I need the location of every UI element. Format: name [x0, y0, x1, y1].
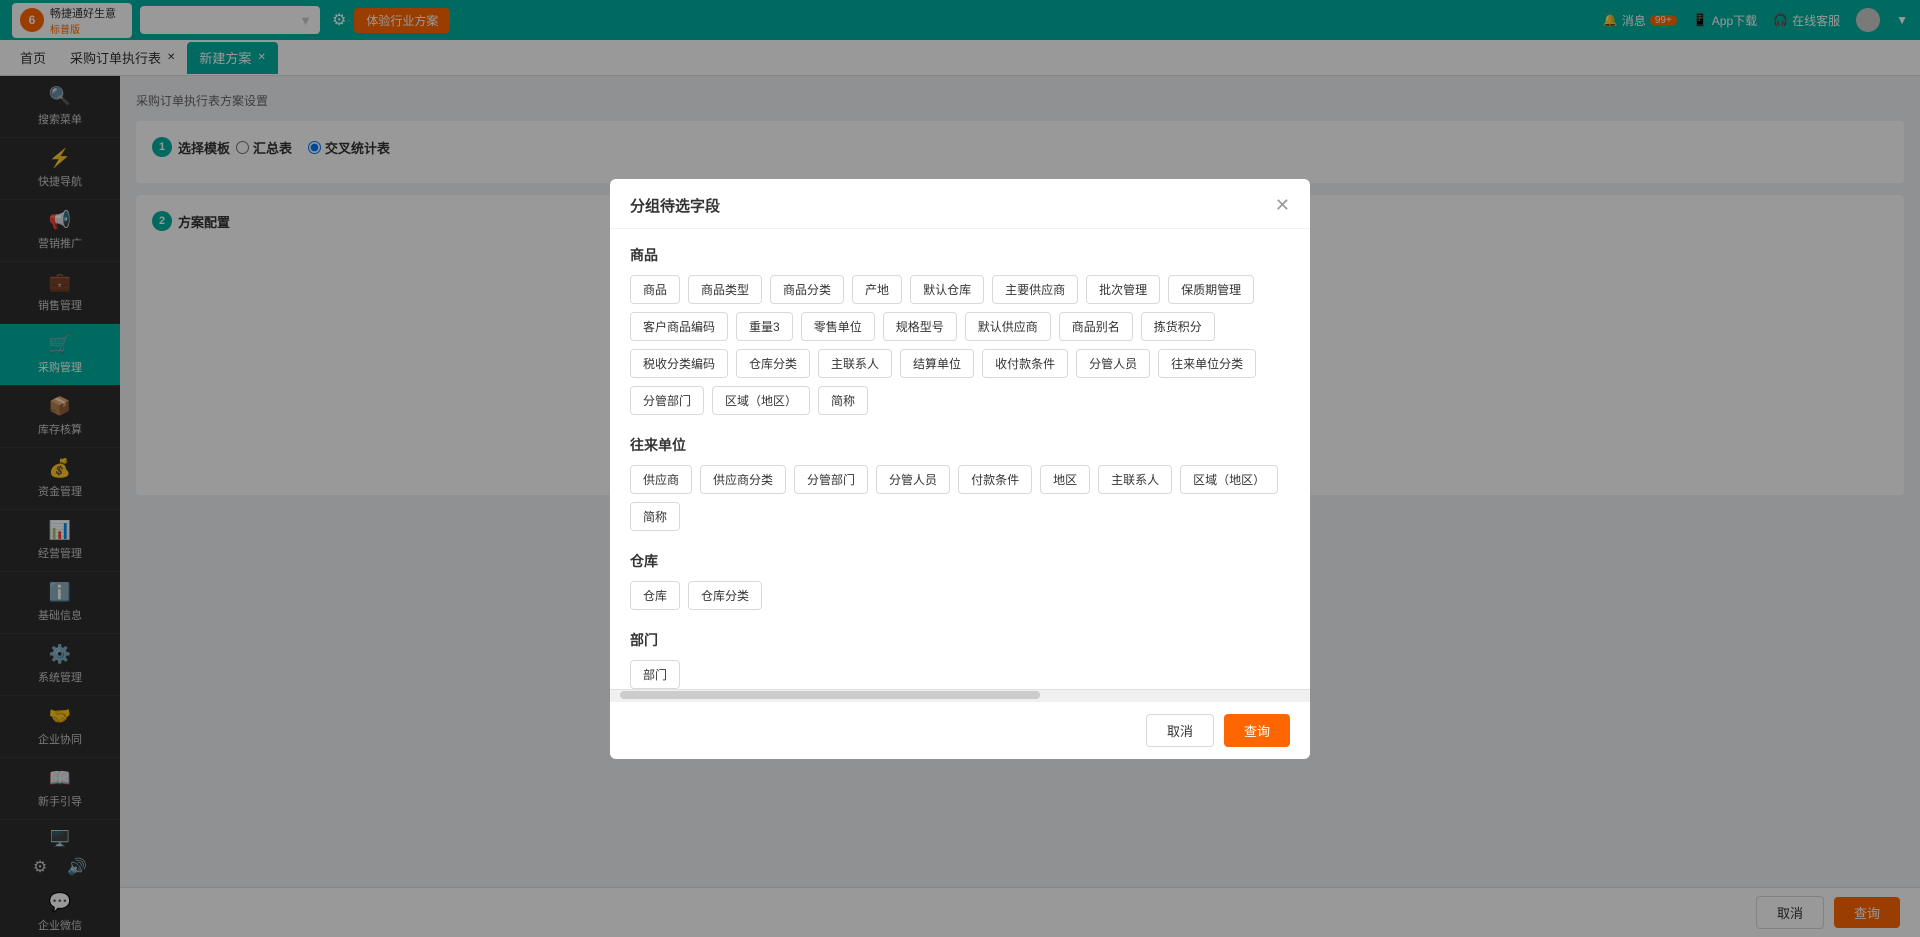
hscroll-thumb — [620, 691, 1040, 699]
field-tag[interactable]: 产地 — [852, 275, 902, 304]
field-tag[interactable]: 分管部门 — [630, 386, 704, 415]
field-tag[interactable]: 默认供应商 — [965, 312, 1051, 341]
section-product-title: 商品 — [630, 245, 1290, 265]
section-warehouse-title: 仓库 — [630, 551, 1290, 571]
field-tag[interactable]: 税收分类编码 — [630, 349, 728, 378]
modal-close-btn[interactable]: ✕ — [1275, 195, 1290, 216]
field-tag[interactable]: 默认仓库 — [910, 275, 984, 304]
field-tag[interactable]: 简称 — [630, 502, 680, 531]
field-tag[interactable]: 简称 — [818, 386, 868, 415]
modal-footer: 取消 查询 — [610, 701, 1310, 759]
modal-header: 分组待选字段 ✕ — [610, 179, 1310, 229]
field-tag[interactable]: 零售单位 — [801, 312, 875, 341]
field-tag[interactable]: 批次管理 — [1086, 275, 1160, 304]
field-tag[interactable]: 分管人员 — [1076, 349, 1150, 378]
section-dept-title: 部门 — [630, 630, 1290, 650]
section-partner-title: 往来单位 — [630, 435, 1290, 455]
field-tag[interactable]: 保质期管理 — [1168, 275, 1254, 304]
field-tag[interactable]: 规格型号 — [883, 312, 957, 341]
modal-horizontal-scrollbar[interactable] — [610, 689, 1310, 701]
field-tag[interactable]: 主联系人 — [818, 349, 892, 378]
field-tag[interactable]: 付款条件 — [958, 465, 1032, 494]
section-product-tags: 商品商品类型商品分类产地默认仓库主要供应商批次管理保质期管理客户商品编码重量3 零… — [630, 275, 1290, 415]
section-dept: 部门 部门 — [630, 630, 1290, 689]
section-dept-tags: 部门 — [630, 660, 1290, 689]
field-tag[interactable]: 重量3 — [736, 312, 793, 341]
section-product: 商品 商品商品类型商品分类产地默认仓库主要供应商批次管理保质期管理客户商品编码重… — [630, 245, 1290, 415]
field-tag[interactable]: 主联系人 — [1098, 465, 1172, 494]
field-tag[interactable]: 供应商分类 — [700, 465, 786, 494]
field-tag[interactable]: 仓库 — [630, 581, 680, 610]
field-tag[interactable]: 仓库分类 — [736, 349, 810, 378]
field-tag[interactable]: 分管部门 — [794, 465, 868, 494]
field-tag[interactable]: 商品类型 — [688, 275, 762, 304]
field-tag[interactable]: 区域（地区） — [1180, 465, 1278, 494]
section-warehouse: 仓库 仓库仓库分类 — [630, 551, 1290, 610]
modal-cancel-btn[interactable]: 取消 — [1146, 714, 1214, 747]
section-partner-tags: 供应商供应商分类分管部门分管人员付款条件地区主联系人区域（地区） 简称 — [630, 465, 1290, 531]
field-tag[interactable]: 往来单位分类 — [1158, 349, 1256, 378]
field-select-modal: 分组待选字段 ✕ 商品 商品商品类型商品分类产地默认仓库主要供应商批次管理保质期… — [610, 179, 1310, 759]
field-tag[interactable]: 主要供应商 — [992, 275, 1078, 304]
field-tag[interactable]: 供应商 — [630, 465, 692, 494]
section-partner: 往来单位 供应商供应商分类分管部门分管人员付款条件地区主联系人区域（地区） 简称 — [630, 435, 1290, 531]
field-tag[interactable]: 区域（地区） — [712, 386, 810, 415]
section-warehouse-tags: 仓库仓库分类 — [630, 581, 1290, 610]
field-tag[interactable]: 分管人员 — [876, 465, 950, 494]
field-tag[interactable]: 仓库分类 — [688, 581, 762, 610]
field-tag[interactable]: 结算单位 — [900, 349, 974, 378]
field-tag[interactable]: 商品别名 — [1059, 312, 1133, 341]
modal-overlay: 分组待选字段 ✕ 商品 商品商品类型商品分类产地默认仓库主要供应商批次管理保质期… — [0, 0, 1920, 937]
modal-title: 分组待选字段 — [630, 195, 720, 216]
field-tag[interactable]: 商品分类 — [770, 275, 844, 304]
field-tag[interactable]: 客户商品编码 — [630, 312, 728, 341]
field-tag[interactable]: 地区 — [1040, 465, 1090, 494]
modal-confirm-btn[interactable]: 查询 — [1224, 714, 1290, 747]
field-tag[interactable]: 拣货积分 — [1141, 312, 1215, 341]
field-tag[interactable]: 部门 — [630, 660, 680, 689]
field-tag[interactable]: 商品 — [630, 275, 680, 304]
modal-body: 商品 商品商品类型商品分类产地默认仓库主要供应商批次管理保质期管理客户商品编码重… — [610, 229, 1310, 689]
field-tag[interactable]: 收付款条件 — [982, 349, 1068, 378]
